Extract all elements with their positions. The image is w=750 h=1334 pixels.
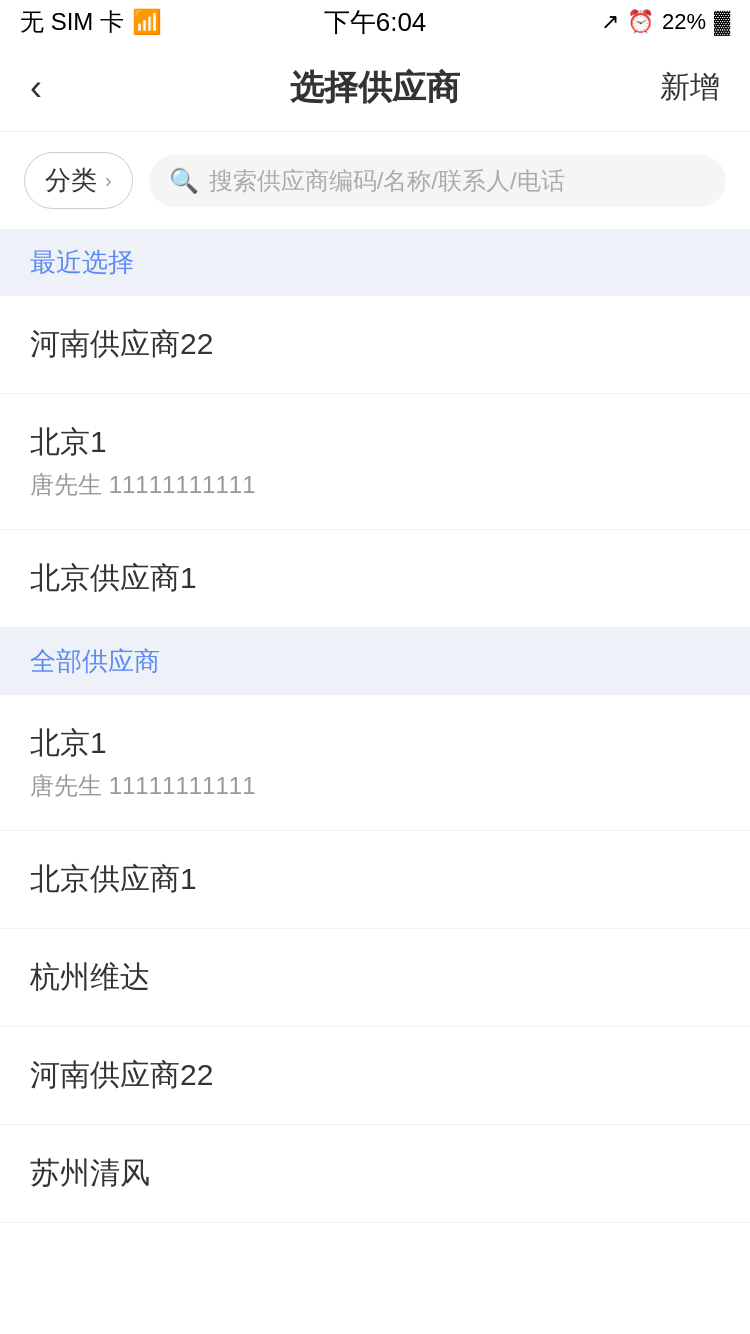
nav-bar: ‹ 选择供应商 新增 [0, 44, 750, 132]
supplier-name: 河南供应商22 [30, 1055, 720, 1096]
category-button[interactable]: 分类 › [24, 152, 133, 209]
alarm-icon: ⏰ [627, 9, 654, 35]
supplier-list: 最近选择河南供应商22 北京1 唐先生 11111111111 北京供应商1 全部供应商… [0, 229, 750, 1223]
section-header-all: 全部供应商 [0, 628, 750, 695]
no-sim-text: 无 SIM 卡 [20, 6, 124, 38]
list-item[interactable]: 北京1 唐先生 11111111111 [0, 394, 750, 530]
section-header-recent: 最近选择 [0, 229, 750, 296]
page-title: 选择供应商 [290, 65, 460, 111]
battery-icon: ▓ [714, 9, 730, 35]
supplier-name: 杭州维达 [30, 957, 720, 998]
list-item[interactable]: 河南供应商22 [0, 296, 750, 394]
search-input-wrapper: 🔍 [149, 155, 726, 207]
chevron-right-icon: › [105, 169, 112, 192]
supplier-name: 北京1 [30, 723, 720, 764]
search-bar: 分类 › 🔍 [0, 132, 750, 229]
search-input[interactable] [209, 167, 706, 195]
status-left: 无 SIM 卡 📶 [20, 6, 162, 38]
supplier-name: 北京供应商1 [30, 859, 720, 900]
list-item[interactable]: 北京供应商1 [0, 831, 750, 929]
list-item[interactable]: 杭州维达 [0, 929, 750, 1027]
supplier-contact: 唐先生 11111111111 [30, 770, 720, 802]
list-item[interactable]: 北京1 唐先生 11111111111 [0, 695, 750, 831]
status-time: 下午6:04 [324, 5, 427, 40]
supplier-contact: 唐先生 11111111111 [30, 469, 720, 501]
supplier-name: 河南供应商22 [30, 324, 720, 365]
supplier-name: 北京供应商1 [30, 558, 720, 599]
list-item[interactable]: 北京供应商1 [0, 530, 750, 628]
wifi-icon: 📶 [132, 8, 162, 36]
location-icon: ↗ [601, 9, 619, 35]
supplier-name: 北京1 [30, 422, 720, 463]
status-right: ↗ ⏰ 22% ▓ [601, 9, 730, 35]
battery-text: 22% [662, 9, 706, 35]
back-button[interactable]: ‹ [30, 67, 90, 109]
category-label: 分类 [45, 163, 97, 198]
add-button[interactable]: 新增 [660, 67, 720, 108]
list-item[interactable]: 河南供应商22 [0, 1027, 750, 1125]
list-item[interactable]: 苏州清风 [0, 1125, 750, 1223]
search-icon: 🔍 [169, 167, 199, 195]
status-bar: 无 SIM 卡 📶 下午6:04 ↗ ⏰ 22% ▓ [0, 0, 750, 44]
supplier-name: 苏州清风 [30, 1153, 720, 1194]
